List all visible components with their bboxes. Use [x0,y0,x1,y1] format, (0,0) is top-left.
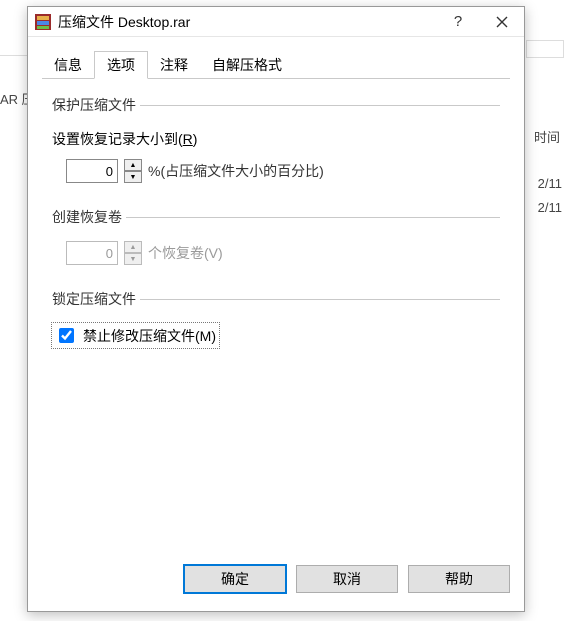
lock-checkbox[interactable] [59,328,74,343]
recovery-size-label[interactable]: 设置恢复记录大小到(R) [52,129,500,149]
titlebar: 压缩文件 Desktop.rar ? [28,7,524,37]
protect-legend: 保护压缩文件 [52,95,140,115]
recovery-size-suffix: %(占压缩文件大小的百分比) [148,161,324,181]
spin-down-icon[interactable]: ▼ [124,171,142,183]
cancel-button[interactable]: 取消 [296,565,398,593]
volumes-suffix: 个恢复卷(V) [148,243,223,263]
lock-checkbox-row[interactable]: 禁止修改压缩文件(M) [52,323,219,348]
lock-group: 锁定压缩文件 禁止修改压缩文件(M) [52,289,500,354]
options-panel: 保护压缩文件 设置恢复记录大小到(R) ▲▼ %(占压缩文件大小的百分比) 创建… [42,79,510,364]
volumes-stepper: ▲▼ [124,241,142,265]
help-button[interactable]: ? [436,7,480,37]
protect-group: 保护压缩文件 设置恢复记录大小到(R) ▲▼ %(占压缩文件大小的百分比) [52,95,500,189]
spin-down-icon: ▼ [124,253,142,265]
recovery-size-input[interactable] [66,159,118,183]
bg-col: 时间 [534,127,560,146]
app-icon [34,13,52,31]
lock-checkbox-label: 禁止修改压缩文件(M) [83,326,216,346]
archive-options-dialog: 压缩文件 Desktop.rar ? 信息 选项 注释 自解压格式 保护压缩文件… [27,6,525,612]
help-button-bottom[interactable]: 帮助 [408,565,510,593]
button-bar: 确定 取消 帮助 [28,559,524,611]
lock-legend: 锁定压缩文件 [52,289,140,309]
spin-up-icon[interactable]: ▲ [124,159,142,171]
tab-comment[interactable]: 注释 [148,51,200,78]
volumes-legend: 创建恢复卷 [52,207,126,227]
spin-up-icon: ▲ [124,241,142,253]
volumes-group: 创建恢复卷 ▲▼ 个恢复卷(V) [52,207,500,271]
tab-strip: 信息 选项 注释 自解压格式 [42,51,510,79]
ok-button[interactable]: 确定 [184,565,286,593]
recovery-size-stepper[interactable]: ▲▼ [124,159,142,183]
dialog-title: 压缩文件 Desktop.rar [58,12,436,32]
bg-date: 2/11 [538,200,562,215]
tab-sfx[interactable]: 自解压格式 [200,51,294,78]
bg-date: 2/11 [538,176,562,191]
close-icon [496,16,508,28]
close-button[interactable] [480,7,524,37]
tab-info[interactable]: 信息 [42,51,94,78]
volumes-input [66,241,118,265]
tab-options[interactable]: 选项 [94,51,148,79]
